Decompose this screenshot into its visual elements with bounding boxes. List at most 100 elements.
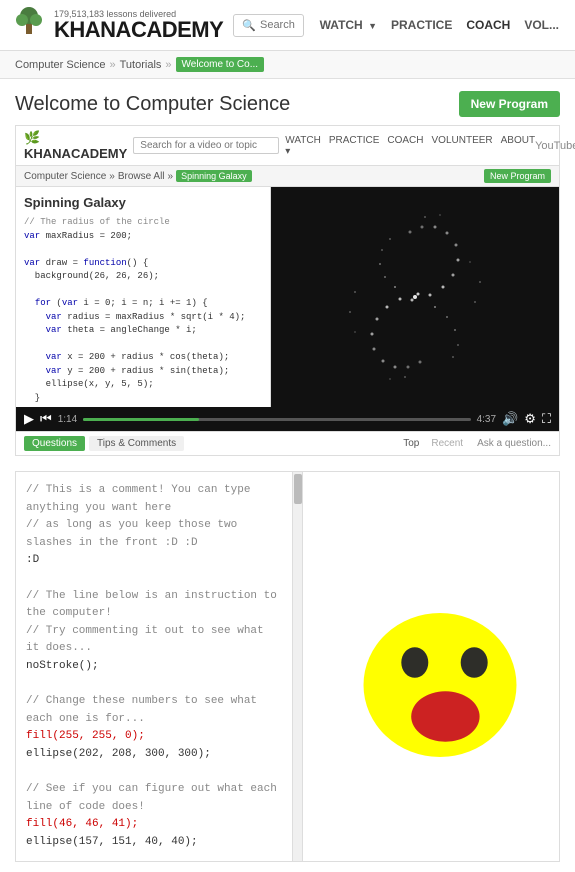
logo-tree-icon: [10, 6, 48, 44]
code-line-6: [24, 284, 262, 298]
video-nav-coach[interactable]: COACH: [387, 135, 423, 157]
code-line-11: var x = 200 + radius * cos(theta);: [24, 351, 262, 365]
nav-coach[interactable]: COACH: [460, 14, 516, 36]
editor-line-4: [26, 570, 282, 588]
code-title: Spinning Galaxy: [24, 195, 262, 210]
top-nav: 179,513,183 lessons delivered KHANACADEM…: [0, 0, 575, 51]
editor-line-6: // Try commenting it out to see what it …: [26, 623, 282, 658]
video-controls-right: 🔊 ⚙ ⛶: [502, 411, 551, 427]
code-line-13: ellipse(x, y, 5, 5);: [24, 378, 262, 392]
main-nav: WATCH ▼ PRACTICE COACH VOL...: [314, 14, 565, 36]
search-icon: 🔍: [242, 19, 256, 32]
breadcrumb-tutorials[interactable]: Tutorials: [120, 59, 162, 71]
code-line-14: }: [24, 392, 262, 406]
video-main: Spinning Galaxy // The radius of the cir…: [16, 187, 559, 407]
editor-line-8: [26, 676, 282, 694]
progress-bar[interactable]: [83, 418, 470, 421]
code-line-1: // The radius of the circle: [24, 216, 262, 230]
video-nav-volunteer[interactable]: VOLUNTEER: [432, 135, 493, 157]
video-nav-watch[interactable]: WATCH ▾: [285, 135, 321, 157]
code-panel: Spinning Galaxy // The radius of the cir…: [16, 187, 271, 407]
editor-line-10: fill(255, 255, 0);: [26, 728, 282, 746]
editor-line-13: // See if you can figure out what each l…: [26, 781, 282, 816]
search-bar[interactable]: 🔍: [233, 14, 303, 37]
editor-line-9: // Change these numbers to see what each…: [26, 693, 282, 728]
video-section: 🌿 KHANACADEMY WATCH ▾ PRACTICE COACH VOL…: [15, 125, 560, 456]
code-line-2: var maxRadius = 200;: [24, 230, 262, 244]
nav-watch[interactable]: WATCH ▼: [314, 14, 383, 36]
logo-text-area: 179,513,183 lessons delivered KHANACADEM…: [54, 9, 223, 42]
code-line-8: var radius = maxRadius * sqrt(i * 4);: [24, 311, 262, 325]
qa-tab-questions[interactable]: Questions: [24, 436, 85, 451]
editor-line-3: :D: [26, 552, 282, 570]
canvas-panel: // Galaxy dots are drawn via SVG below: [271, 187, 559, 407]
ask-question[interactable]: Ask a question...: [477, 438, 551, 449]
video-ka-logo: 🌿 KHANACADEMY: [24, 130, 127, 161]
new-program-button[interactable]: New Program: [459, 91, 560, 117]
video-controls: ▶ ⏮ 1:14 4:37 🔊 ⚙ ⛶: [16, 407, 559, 431]
time-total: 4:37: [477, 414, 496, 425]
watch-dropdown-arrow: ▼: [368, 21, 377, 31]
code-line-15: [24, 405, 262, 407]
breadcrumb-sep2: »: [165, 59, 171, 71]
editor-scrollbar[interactable]: [293, 471, 303, 862]
editor-line-5: // The line below is an instruction to t…: [26, 588, 282, 623]
video-breadcrumb-sep1: »: [109, 171, 115, 182]
video-breadcrumb: Computer Science » Browse All » Spinning…: [16, 166, 559, 187]
breadcrumb: Computer Science » Tutorials » Welcome t…: [0, 51, 575, 79]
volume-button[interactable]: 🔊: [502, 411, 518, 427]
fullscreen-button[interactable]: ⛶: [542, 411, 551, 427]
editor-line-2: // as long as you keep those two slashes…: [26, 517, 282, 552]
video-header: 🌿 KHANACADEMY WATCH ▾ PRACTICE COACH VOL…: [16, 126, 559, 166]
settings-button[interactable]: ⚙: [524, 411, 536, 427]
editor-line-1: // This is a comment! You can type anyth…: [26, 482, 282, 517]
sort-recent[interactable]: Recent: [431, 438, 463, 449]
code-line-10: [24, 338, 262, 352]
video-new-program-button[interactable]: New Program: [484, 169, 551, 183]
page-title: Welcome to Computer Science: [15, 93, 290, 116]
time-current: 1:14: [58, 414, 77, 425]
video-nav-about[interactable]: ABOUT: [501, 135, 535, 157]
qa-bar: Questions Tips & Comments Top Recent Ask…: [16, 431, 559, 455]
video-breadcrumb-sep2: »: [168, 171, 174, 182]
code-line-7: for (var i = 0; i = n; i += 1) {: [24, 297, 262, 311]
smiley-panel: [303, 471, 560, 862]
galaxy-svg: // Galaxy dots are drawn via SVG below: [271, 187, 559, 407]
search-input[interactable]: [260, 19, 295, 31]
video-search-input[interactable]: [133, 137, 279, 154]
video-header-nav: WATCH ▾ PRACTICE COACH VOLUNTEER ABOUT: [285, 135, 535, 157]
breadcrumb-cs[interactable]: Computer Science: [15, 59, 106, 71]
nav-practice[interactable]: PRACTICE: [385, 14, 458, 36]
editor-line-15: ellipse(157, 151, 40, 40);: [26, 834, 282, 852]
code-editor-section: // This is a comment! You can type anyth…: [15, 471, 560, 862]
editor-line-11: ellipse(202, 208, 300, 300);: [26, 746, 282, 764]
scroll-thumb[interactable]: [294, 474, 302, 504]
rewind-button[interactable]: ⏮: [40, 411, 52, 427]
code-editor[interactable]: // This is a comment! You can type anyth…: [15, 471, 293, 862]
video-breadcrumb-browse[interactable]: Browse All: [118, 171, 165, 182]
youtube-label: YouTube: [535, 140, 575, 152]
play-button[interactable]: ▶: [24, 411, 34, 427]
video-breadcrumb-cs[interactable]: Computer Science: [24, 171, 106, 182]
code-line-5: background(26, 26, 26);: [24, 270, 262, 284]
video-nav-practice[interactable]: PRACTICE: [329, 135, 380, 157]
editor-line-12: [26, 764, 282, 782]
breadcrumb-sep1: »: [110, 59, 116, 71]
sort-top[interactable]: Top: [403, 438, 419, 449]
qa-tab-tips[interactable]: Tips & Comments: [89, 436, 184, 451]
video-breadcrumb-current: Spinning Galaxy: [176, 170, 252, 182]
code-line-9: var theta = angleChange * i;: [24, 324, 262, 338]
nav-volunteer[interactable]: VOL...: [518, 14, 565, 36]
code-line-12: var y = 200 + radius * sin(theta);: [24, 365, 262, 379]
smiley-svg: [341, 577, 521, 757]
progress-fill: [83, 418, 199, 421]
site-logo: KHANACADEMY: [54, 19, 223, 41]
editor-line-14: fill(46, 46, 41);: [26, 816, 282, 834]
editor-line-7: noStroke();: [26, 658, 282, 676]
page-header: Welcome to Computer Science New Program: [0, 79, 575, 125]
breadcrumb-current: Welcome to Co...: [176, 57, 265, 72]
video-header-inner: 🌿 KHANACADEMY WATCH ▾ PRACTICE COACH VOL…: [24, 130, 535, 161]
logo-area: 179,513,183 lessons delivered KHANACADEM…: [10, 6, 223, 44]
code-line-4: var draw = function() {: [24, 257, 262, 271]
code-line-3: [24, 243, 262, 257]
